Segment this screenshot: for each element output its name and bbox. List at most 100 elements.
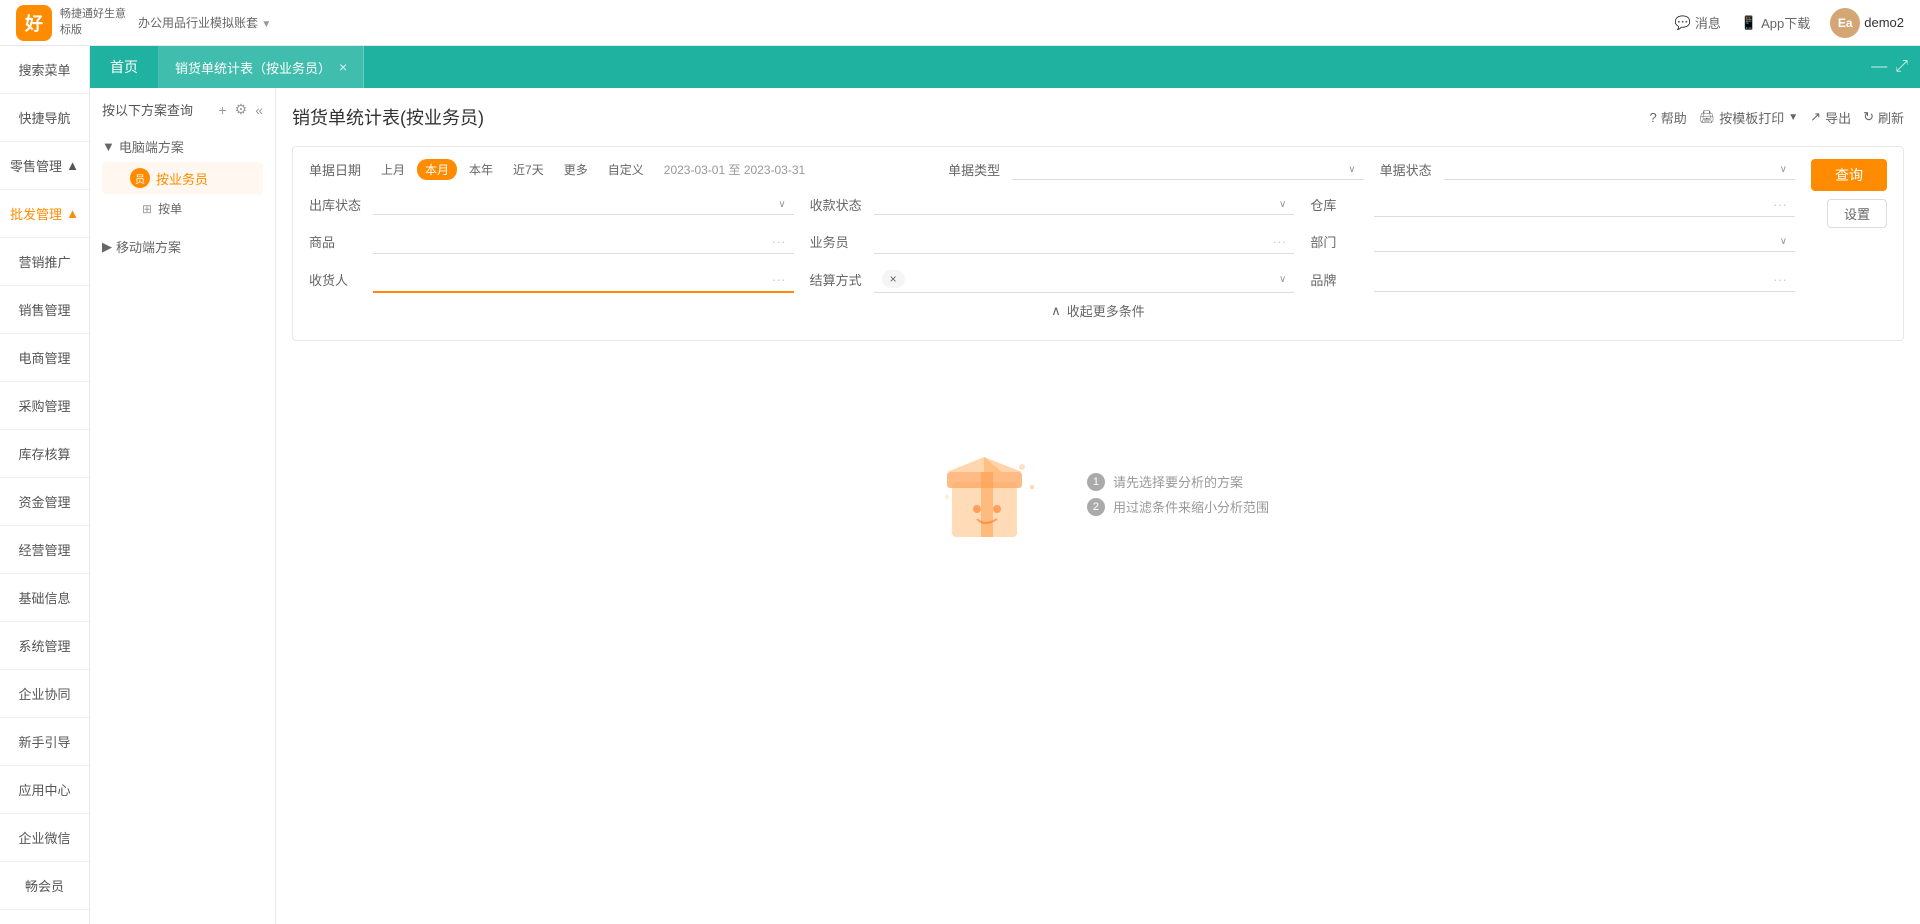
help-icon: ?	[1649, 110, 1656, 125]
collapse-filter-button[interactable]: ∧ 收起更多条件	[309, 293, 1887, 328]
settings-scheme-button[interactable]: ⚙	[235, 101, 248, 118]
main-panel: 销货单统计表(按业务员) ? 帮助 🖨 按模板打印 ▼	[276, 88, 1920, 924]
out-status-arrow: ∨	[778, 199, 785, 210]
date-tab-7days[interactable]: 近7天	[505, 159, 552, 180]
active-scheme-icon: 员	[130, 168, 150, 188]
type-select[interactable]: ∨	[1012, 160, 1363, 180]
receiver-label: 收货人	[309, 270, 365, 289]
order-icon: ⊞	[142, 202, 152, 216]
tab-close-button[interactable]: ×	[339, 59, 347, 75]
mobile-scheme-group[interactable]: ▶ 移动端方案	[102, 231, 263, 262]
pay-status-arrow: ∨	[1279, 199, 1286, 210]
sidebar-item-wechat[interactable]: 企业微信	[0, 814, 89, 862]
window-title-dropdown[interactable]: ▼	[261, 19, 271, 30]
export-icon: ↗	[1810, 109, 1821, 125]
date-tab-more[interactable]: 更多	[556, 159, 596, 180]
warehouse-dots[interactable]: ···	[1773, 196, 1787, 212]
user-name[interactable]: demo2	[1864, 15, 1904, 30]
sidebar-item-basics[interactable]: 基础信息	[0, 574, 89, 622]
receiver-dots[interactable]: ···	[772, 271, 786, 287]
pc-scheme-group[interactable]: ▼ 电脑端方案	[102, 131, 263, 162]
sidebar-item-wholesale[interactable]: 批发管理▲	[0, 190, 89, 238]
filter-form: 单据日期 上月 本月 本年 近7天 更多 自定义	[292, 146, 1904, 341]
avatar: Ea	[1830, 8, 1860, 38]
export-button[interactable]: ↗ 导出	[1810, 108, 1851, 127]
sidebar: 搜索菜单 快捷导航 零售管理▲ 批发管理▲ 营销推广 销售管理 电商管理 采购管…	[0, 46, 90, 924]
help-button[interactable]: ? 帮助	[1649, 108, 1686, 127]
print-dropdown-icon[interactable]: ▼	[1788, 112, 1798, 123]
message-icon: 💬	[1675, 15, 1691, 31]
brand-dots[interactable]: ···	[1773, 271, 1787, 287]
status-select[interactable]: ∨	[1444, 160, 1795, 180]
salesman-label: 业务员	[810, 232, 866, 251]
collapse-panel-button[interactable]: «	[255, 102, 263, 118]
sidebar-item-system[interactable]: 系统管理	[0, 622, 89, 670]
sidebar-item-operations[interactable]: 经营管理	[0, 526, 89, 574]
type-select-arrow: ∨	[1348, 164, 1355, 175]
goods-dots[interactable]: ···	[772, 233, 786, 249]
date-tab-last-month[interactable]: 上月	[373, 159, 413, 180]
dept-select[interactable]: ∨	[1374, 232, 1795, 252]
page-title: 销货单统计表(按业务员)	[292, 104, 484, 130]
collapse-icon: ∧	[1051, 303, 1061, 319]
sidebar-item-search[interactable]: 搜索菜单	[0, 46, 89, 94]
refresh-icon: ↻	[1863, 109, 1874, 125]
print-icon: 🖨	[1699, 109, 1716, 125]
settle-clear-tag[interactable]: ×	[882, 270, 905, 288]
tab-bar: 首页 销货单统计表（按业务员） × — ⤢	[90, 46, 1920, 88]
tab-maximize-button[interactable]: ⤢	[1895, 58, 1908, 76]
sidebar-item-purchase[interactable]: 采购管理	[0, 382, 89, 430]
date-label: 单据日期	[309, 160, 365, 179]
sidebar-item-marketing[interactable]: 营销推广	[0, 238, 89, 286]
sidebar-item-newbie[interactable]: 新手引导	[0, 718, 89, 766]
settle-select[interactable]: × ∨	[874, 266, 1295, 293]
scheme-item-by-order[interactable]: ⊞ 按单	[102, 194, 263, 223]
settle-label: 结算方式	[810, 270, 866, 289]
tab-active[interactable]: 销货单统计表（按业务员） ×	[159, 46, 364, 88]
type-label: 单据类型	[948, 160, 1004, 179]
app-download-button[interactable]: 📱 App下载	[1741, 13, 1810, 32]
sidebar-item-sales[interactable]: 销售管理	[0, 286, 89, 334]
message-button[interactable]: 💬 消息	[1675, 13, 1721, 32]
sidebar-item-appstore[interactable]: 应用中心	[0, 766, 89, 814]
goods-label: 商品	[309, 232, 365, 251]
sidebar-item-quicknav[interactable]: 快捷导航	[0, 94, 89, 142]
sidebar-item-enterprise[interactable]: 企业协同	[0, 670, 89, 718]
dept-label: 部门	[1310, 232, 1366, 251]
query-button[interactable]: 查询	[1811, 159, 1887, 191]
query-buttons: 查询 设置	[1795, 159, 1887, 228]
sidebar-item-retail[interactable]: 零售管理▲	[0, 142, 89, 190]
salesman-dots[interactable]: ···	[1272, 233, 1286, 249]
logo-icon: 好	[16, 5, 52, 41]
date-tab-custom[interactable]: 自定义	[600, 159, 652, 180]
scheme-item-by-salesman[interactable]: 员 按业务员	[102, 162, 263, 194]
tab-minimize-button[interactable]: —	[1871, 58, 1887, 76]
brand-label: 品牌	[1310, 270, 1366, 289]
refresh-button[interactable]: ↻ 刷新	[1863, 108, 1904, 127]
out-status-label: 出库状态	[309, 195, 365, 214]
left-panel: 按以下方案查询 + ⚙ « ▼ 电脑端方案 员	[90, 88, 276, 924]
pay-status-label: 收款状态	[810, 195, 866, 214]
app-title[interactable]: 办公用品行业模拟账套 ▼	[138, 14, 271, 31]
sidebar-item-inventory[interactable]: 库存核算	[0, 430, 89, 478]
print-button[interactable]: 🖨 按模板打印 ▼	[1699, 108, 1798, 127]
empty-state: 1 请先选择要分析的方案 2 用过滤条件来缩小分析范围	[292, 357, 1904, 637]
status-label: 单据状态	[1380, 160, 1436, 179]
download-icon: 📱	[1741, 15, 1757, 31]
add-scheme-button[interactable]: +	[218, 102, 226, 118]
sidebar-item-ecommerce[interactable]: 电商管理	[0, 334, 89, 382]
date-filter-tabs: 上月 本月 本年 近7天 更多 自定义 2023-03-01 至 2023-03…	[373, 159, 932, 180]
sidebar-item-members[interactable]: 畅会员	[0, 862, 89, 910]
empty-instructions: 1 请先选择要分析的方案 2 用过滤条件来缩小分析范围	[1087, 472, 1269, 522]
date-tab-this-month[interactable]: 本月	[417, 159, 457, 180]
date-tab-this-year[interactable]: 本年	[461, 159, 501, 180]
logo-text: 畅捷通好生意 标版	[60, 7, 126, 38]
settings-button[interactable]: 设置	[1827, 199, 1887, 228]
pay-status-select[interactable]: ∨	[874, 195, 1295, 215]
left-panel-title: 按以下方案查询	[102, 100, 193, 119]
user-profile[interactable]: Ea demo2	[1830, 8, 1904, 38]
out-status-select[interactable]: ∨	[373, 195, 794, 215]
sidebar-item-finance[interactable]: 资金管理	[0, 478, 89, 526]
warehouse-label: 仓库	[1310, 195, 1366, 214]
tab-home[interactable]: 首页	[90, 46, 159, 88]
